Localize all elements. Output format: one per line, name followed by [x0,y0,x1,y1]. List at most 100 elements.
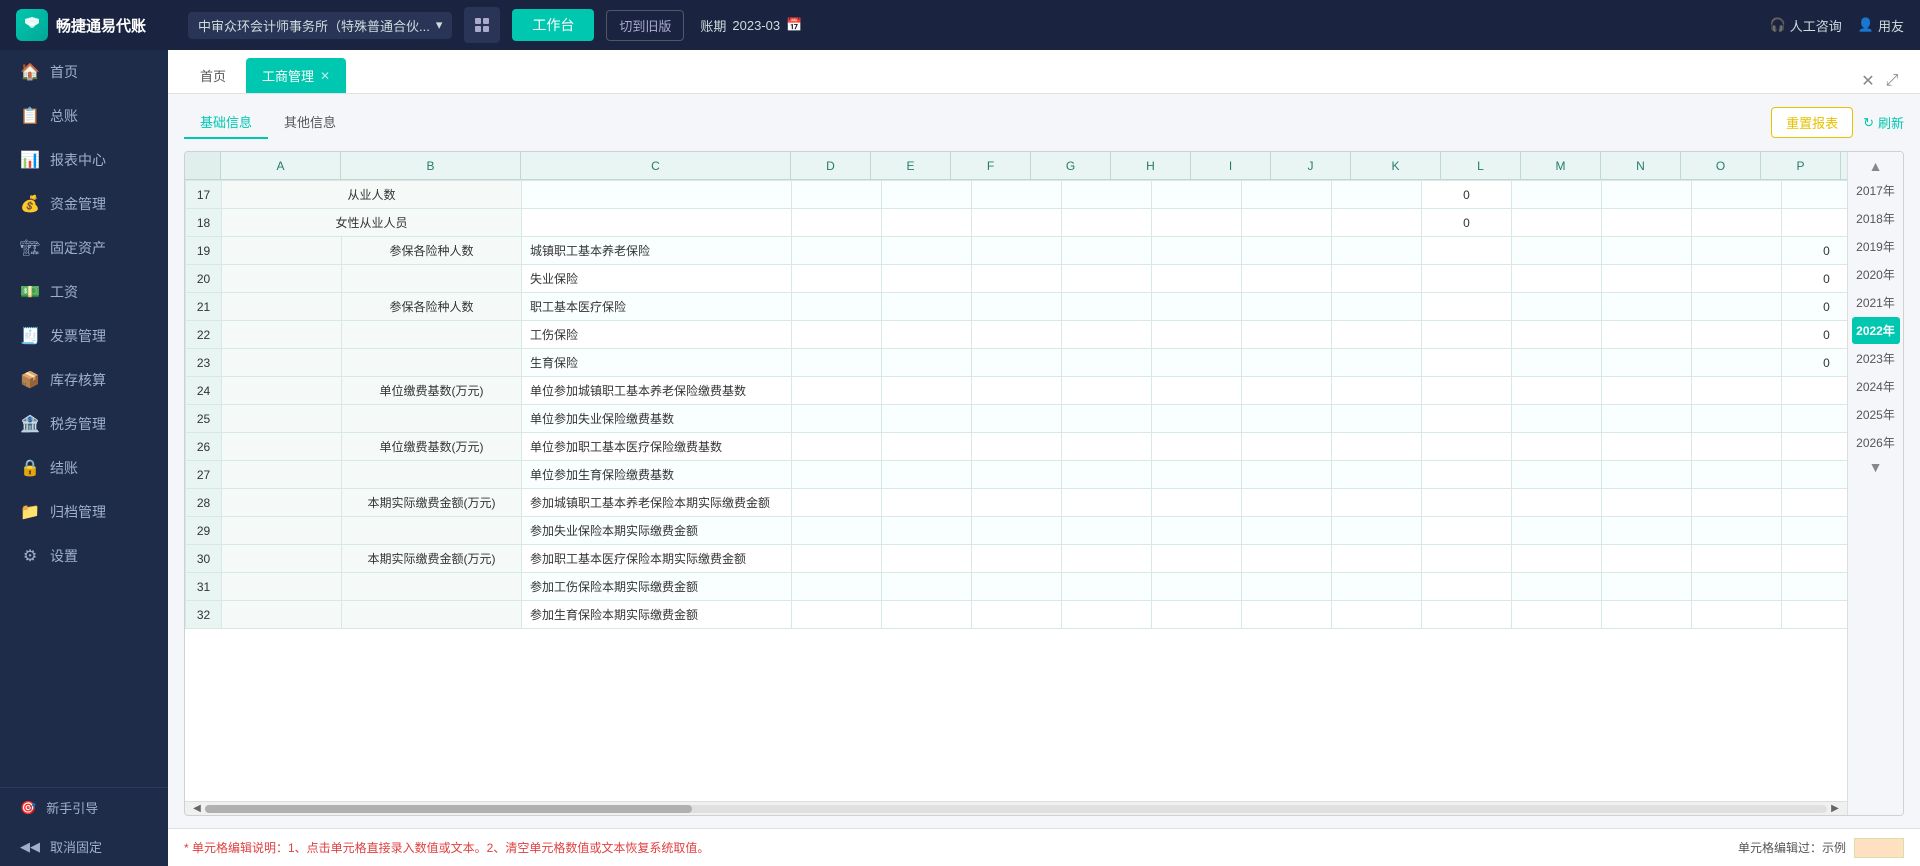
cell-25-col10[interactable] [1332,405,1422,433]
cell-24-col8[interactable] [1152,377,1242,405]
cell-20-col12[interactable] [1512,265,1602,293]
cell-24-col4[interactable] [792,377,882,405]
cell-23-col6[interactable] [972,349,1062,377]
cell-31-a[interactable] [222,573,342,601]
cell-22-c[interactable]: 工伤保险 [522,321,792,349]
cell-25-col6[interactable] [972,405,1062,433]
year-item-2018年[interactable]: 2018年 [1852,205,1900,232]
cell-31-col5[interactable] [882,573,972,601]
cell-22-o[interactable]: 0 [1782,321,1848,349]
cell-23-col14[interactable] [1692,349,1782,377]
year-item-2025年[interactable]: 2025年 [1852,401,1900,428]
cell-21-c[interactable]: 职工基本医疗保险 [522,293,792,321]
sidebar-item-report[interactable]: 📊报表中心 [0,138,168,182]
cell-18-col13[interactable] [1602,209,1692,237]
cell-19-col10[interactable] [1332,237,1422,265]
cell-25-col7[interactable] [1062,405,1152,433]
cell-26-col13[interactable] [1602,433,1692,461]
cell-21-col6[interactable] [972,293,1062,321]
cell-24-c[interactable]: 单位参加城镇职工基本养老保险缴费基数 [522,377,792,405]
cell-32-k[interactable] [1422,601,1512,629]
cell-30-col14[interactable] [1692,545,1782,573]
cell-19-col12[interactable] [1512,237,1602,265]
cell-19-k[interactable] [1422,237,1512,265]
cell-32-a[interactable] [222,601,342,629]
cell-24-col13[interactable] [1602,377,1692,405]
cell-25-k[interactable] [1422,405,1512,433]
cell-19-col4[interactable] [792,237,882,265]
cell-23-col4[interactable] [792,349,882,377]
cell-23-a[interactable] [222,349,342,377]
cell-25-o[interactable] [1782,405,1848,433]
cell-21-col13[interactable] [1602,293,1692,321]
cell-28-col10[interactable] [1332,489,1422,517]
cell-27-col10[interactable] [1332,461,1422,489]
cell-17-col6[interactable] [972,181,1062,209]
sidebar-item-settings[interactable]: ⚙设置 [0,534,168,578]
cell-19-c[interactable]: 城镇职工基本养老保险 [522,237,792,265]
cell-32-col10[interactable] [1332,601,1422,629]
cell-28-col5[interactable] [882,489,972,517]
cell-30-col9[interactable] [1242,545,1332,573]
cell-29-a[interactable] [222,517,342,545]
scroll-thumb[interactable] [205,805,692,813]
cell-28-col8[interactable] [1152,489,1242,517]
cell-27-col5[interactable] [882,461,972,489]
cell-21-col7[interactable] [1062,293,1152,321]
cell-17-col8[interactable] [1152,181,1242,209]
cell-26-col6[interactable] [972,433,1062,461]
cell-31-col14[interactable] [1692,573,1782,601]
cell-28-col6[interactable] [972,489,1062,517]
cell-20-col9[interactable] [1242,265,1332,293]
cell-19-a[interactable] [222,237,342,265]
cell-30-b[interactable]: 本期实际缴费金额(万元) [342,545,522,573]
cell-26-col10[interactable] [1332,433,1422,461]
cell-30-c[interactable]: 参加职工基本医疗保险本期实际缴费金额 [522,545,792,573]
cell-23-o[interactable]: 0 [1782,349,1848,377]
cell-19-col5[interactable] [882,237,972,265]
cell-31-col4[interactable] [792,573,882,601]
cell-28-col13[interactable] [1602,489,1692,517]
cell-22-col9[interactable] [1242,321,1332,349]
cell-21-col12[interactable] [1512,293,1602,321]
cell-24-col9[interactable] [1242,377,1332,405]
spreadsheet-body[interactable]: 17从业人数018女性从业人员019参保各险种人数城镇职工基本养老保险020失业… [185,180,1847,801]
cell-23-col10[interactable] [1332,349,1422,377]
cell-30-a[interactable] [222,545,342,573]
cell-25-col13[interactable] [1602,405,1692,433]
cell-31-col13[interactable] [1602,573,1692,601]
cell-30-k[interactable] [1422,545,1512,573]
cell-26-o[interactable] [1782,433,1848,461]
cell-23-col9[interactable] [1242,349,1332,377]
cell-28-col14[interactable] [1692,489,1782,517]
year-item-2017年[interactable]: 2017年 [1852,177,1900,204]
cell-28-b[interactable]: 本期实际缴费金额(万元) [342,489,522,517]
cell-26-col8[interactable] [1152,433,1242,461]
cell-30-col7[interactable] [1062,545,1152,573]
cell-20-b[interactable] [342,265,522,293]
sidebar-item-asset[interactable]: 🏗固定资产 [0,226,168,270]
cell-17-col14[interactable] [1692,181,1782,209]
cell-29-o[interactable] [1782,517,1848,545]
year-item-2020年[interactable]: 2020年 [1852,261,1900,288]
sidebar-item-salary[interactable]: 💵工资 [0,270,168,314]
cell-18-col8[interactable] [1152,209,1242,237]
cell-31-col9[interactable] [1242,573,1332,601]
cell-17-col4[interactable] [792,181,882,209]
cell-20-o[interactable]: 0 [1782,265,1848,293]
cell-32-col13[interactable] [1602,601,1692,629]
cell-17-c[interactable] [522,181,792,209]
cell-21-col10[interactable] [1332,293,1422,321]
cell-29-col5[interactable] [882,517,972,545]
cell-18-k[interactable]: 0 [1422,209,1512,237]
sub-tab-other[interactable]: 其他信息 [268,106,352,139]
cell-18-col7[interactable] [1062,209,1152,237]
scroll-left-arrow[interactable]: ◀ [189,801,205,816]
reset-report-button[interactable]: 重置报表 [1771,107,1853,138]
workbench-button[interactable]: 工作台 [512,9,594,41]
cell-22-k[interactable] [1422,321,1512,349]
cell-21-col5[interactable] [882,293,972,321]
cell-26-col5[interactable] [882,433,972,461]
cell-27-k[interactable] [1422,461,1512,489]
cell-30-col5[interactable] [882,545,972,573]
